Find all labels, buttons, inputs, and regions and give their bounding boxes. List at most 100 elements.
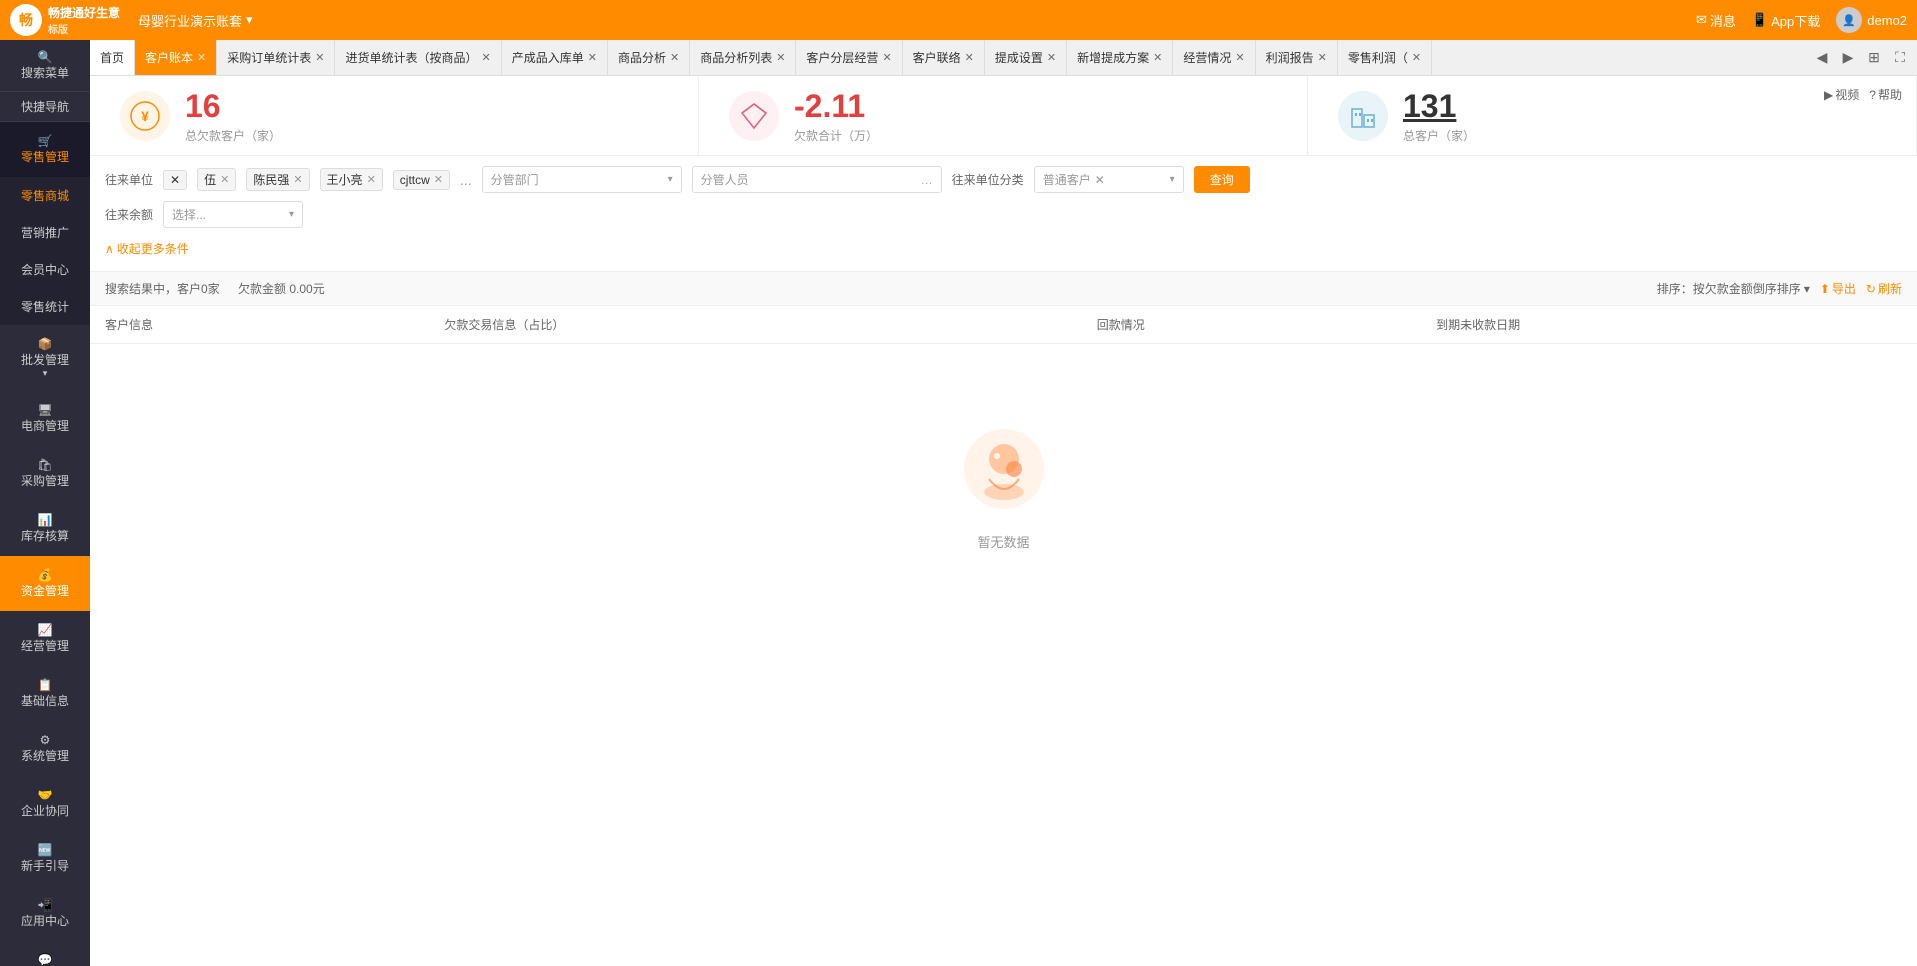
- top-bar-left: 畅 畅捷通好生意 标版 母婴行业演示账套 ▾: [10, 4, 253, 36]
- tab-close-retail-profit[interactable]: ✕: [1412, 51, 1421, 64]
- sidebar-item-ops[interactable]: 📈 经营管理: [0, 611, 90, 666]
- tab-customer-account[interactable]: 客户账本 ✕: [135, 40, 217, 75]
- filter-more-units[interactable]: ...: [460, 172, 472, 188]
- person-dropdown[interactable]: 分管人员 …: [692, 166, 942, 193]
- col-customer-info: 客户信息: [90, 306, 429, 344]
- refresh-btn[interactable]: ↻ 刷新: [1866, 280, 1902, 297]
- remove-unit-wu[interactable]: ✕: [220, 173, 229, 186]
- sidebar-item-retail-mall[interactable]: 零售商城: [0, 177, 90, 214]
- stat-value-credit-customers: 16: [185, 88, 281, 125]
- tab-profit-report[interactable]: 利润报告 ✕: [1256, 40, 1338, 75]
- filter-area: 往来单位 ✕ 伍 ✕ 陈民强 ✕ 王小亮: [90, 156, 1917, 272]
- filter-tag-unit-cjttcw: cjttcw ✕: [393, 170, 450, 190]
- tab-business-situation[interactable]: 经营情况 ✕: [1173, 40, 1255, 75]
- video-btn[interactable]: ▶ 视频: [1824, 86, 1859, 103]
- sidebar-item-enterprise-coop[interactable]: 🤝 企业协同: [0, 776, 90, 831]
- tab-close-stock-stat[interactable]: ✕: [482, 51, 491, 64]
- stat-total-credit-customers: ¥ 16 总欠款客户（家）: [90, 76, 699, 155]
- sidebar-item-app-center[interactable]: 📲 应用中心: [0, 886, 90, 941]
- dept-dropdown[interactable]: 分管部门 ▾: [482, 166, 682, 193]
- user-menu[interactable]: 👤 demo2: [1836, 7, 1907, 33]
- export-btn[interactable]: ⬆ 导出: [1820, 280, 1856, 297]
- tab-tip-setting[interactable]: 提成设置 ✕: [985, 40, 1067, 75]
- tab-customer-tier[interactable]: 客户分层经营 ✕: [796, 40, 902, 75]
- tab-close-add-tip-plan[interactable]: ✕: [1153, 51, 1162, 64]
- account-selector[interactable]: 母婴行业演示账套 ▾: [138, 11, 253, 30]
- sidebar-search[interactable]: 🔍 搜索菜单: [0, 40, 90, 92]
- tab-close-profit-report[interactable]: ✕: [1318, 51, 1327, 64]
- sidebar-item-new-guide[interactable]: 🆕 新手引导: [0, 831, 90, 886]
- tab-close-tip-setting[interactable]: ✕: [1047, 51, 1056, 64]
- sidebar-item-retail-mgmt[interactable]: 🛒 零售管理: [0, 122, 90, 177]
- sidebar-item-sys-mgmt[interactable]: ⚙ 系统管理: [0, 721, 90, 776]
- stats-row: ¥ 16 总欠款客户（家）: [90, 76, 1917, 156]
- tab-home[interactable]: 首页: [90, 40, 135, 75]
- tab-purchase-order[interactable]: 采购订单统计表 ✕: [217, 40, 335, 75]
- tab-retail-profit[interactable]: 零售利润（ ✕: [1338, 40, 1432, 75]
- tab-product-analysis-list[interactable]: 商品分析列表 ✕: [690, 40, 796, 75]
- sidebar-item-marketing[interactable]: 营销推广: [0, 214, 90, 251]
- tab-close-product-analysis[interactable]: ✕: [670, 51, 679, 64]
- content-area: 首页 客户账本 ✕ 采购订单统计表 ✕ 进货单统计表（按商品） ✕ 产成品入库单…: [90, 40, 1917, 966]
- results-bar-right: 排序：按欠款金额倒序排序 ▾ ⬆ 导出 ↻ 刷新: [1657, 280, 1902, 297]
- tab-fullscreen-btn[interactable]: ⛶: [1889, 47, 1911, 69]
- sort-dropdown[interactable]: 排序：按欠款金额倒序排序 ▾: [1657, 280, 1810, 297]
- tab-close-product-analysis-list[interactable]: ✕: [776, 51, 785, 64]
- sidebar-item-member-center[interactable]: 会员中心: [0, 251, 90, 288]
- collapse-btn[interactable]: ∧ 收起更多条件: [105, 240, 1902, 257]
- tab-customer-contact[interactable]: 客户联络 ✕: [903, 40, 985, 75]
- sidebar-item-purchase[interactable]: 🛍 采购管理: [0, 446, 90, 501]
- tab-stock-stat[interactable]: 进货单统计表（按商品） ✕: [335, 40, 501, 75]
- results-info: 搜索结果中，客户0家 欠款金额 0.00元: [105, 280, 325, 297]
- tab-expand-btn[interactable]: ⊞: [1863, 47, 1885, 69]
- tab-close-customer-contact[interactable]: ✕: [965, 51, 974, 64]
- tab-prev-btn[interactable]: ◀: [1811, 47, 1833, 69]
- remove-unit-chen[interactable]: ✕: [293, 173, 302, 186]
- message-btn[interactable]: ✉ 消息: [1696, 11, 1736, 30]
- remove-unit-cjttcw[interactable]: ✕: [434, 173, 443, 186]
- sidebar-item-inventory[interactable]: 📊 库存核算: [0, 501, 90, 556]
- collapse-area: ∧ 收起更多条件: [105, 236, 1902, 261]
- tab-cost-stock[interactable]: 产成品入库单 ✕: [502, 40, 608, 75]
- query-button[interactable]: 查询: [1194, 166, 1250, 193]
- sidebar-item-enterprise-wechat[interactable]: 💬 企业微信: [0, 941, 90, 966]
- filter-tag-unit-wang: 王小亮 ✕: [320, 168, 383, 191]
- filter-tag-unit-chen: 陈民强 ✕: [246, 168, 309, 191]
- data-table: 客户信息 欠款交易信息（占比） 回款情况 到期未收款日期: [90, 306, 1917, 344]
- sidebar-item-capital[interactable]: 💰 资金管理: [0, 556, 90, 611]
- stat-label-total-customers: 总客户（家）: [1403, 127, 1475, 144]
- unit-label: 往来单位: [105, 171, 153, 188]
- tab-close-business-situation[interactable]: ✕: [1235, 51, 1244, 64]
- remove-unit-type-normal[interactable]: ✕: [1095, 173, 1105, 187]
- balance-label: 往来余额: [105, 206, 153, 223]
- remove-unit-wang[interactable]: ✕: [367, 173, 376, 186]
- tab-add-tip-plan[interactable]: 新增提成方案 ✕: [1067, 40, 1173, 75]
- tab-next-btn[interactable]: ▶: [1837, 47, 1859, 69]
- top-bar-right: ✉ 消息 📱 App下载 👤 demo2: [1696, 7, 1907, 33]
- app-download-btn[interactable]: 📱 App下载: [1752, 11, 1820, 30]
- empty-state: 暂无数据: [90, 344, 1917, 631]
- svg-text:¥: ¥: [141, 108, 149, 124]
- balance-dropdown[interactable]: 选择... ▾: [163, 201, 303, 228]
- stat-value-credit-amount: -2.11: [794, 88, 878, 125]
- tab-close-cost-stock[interactable]: ✕: [588, 51, 597, 64]
- top-bar: 畅 畅捷通好生意 标版 母婴行业演示账套 ▾ ✉ 消息 📱 App下载 👤: [0, 0, 1917, 40]
- sidebar-item-wholesale-mgmt[interactable]: 📦 批发管理 ▾: [0, 325, 90, 391]
- tab-close-customer-account[interactable]: ✕: [197, 51, 206, 64]
- stat-icon-diamond: [729, 91, 779, 141]
- sidebar-item-ecommerce[interactable]: 🖥 电商管理: [0, 391, 90, 446]
- filter-tag-unit-wu: 伍 ✕: [197, 168, 236, 191]
- sidebar-quick-nav[interactable]: 快捷导航: [0, 92, 90, 122]
- tab-close-purchase-order[interactable]: ✕: [315, 51, 324, 64]
- unit-type-dropdown[interactable]: 普通客户 ✕ ▾: [1034, 166, 1184, 193]
- help-btn[interactable]: ? 帮助: [1869, 86, 1902, 103]
- tab-close-customer-tier[interactable]: ✕: [882, 51, 891, 64]
- tab-bar-controls: ◀ ▶ ⊞ ⛶: [1805, 40, 1917, 75]
- main-layout: 🔍 搜索菜单 快捷导航 🛒 零售管理 零售商城 营销推广 会员中心 零售统计: [0, 40, 1917, 966]
- tab-bar: 首页 客户账本 ✕ 采购订单统计表 ✕ 进货单统计表（按商品） ✕ 产成品入库单…: [90, 40, 1917, 76]
- sidebar-item-retail-stats[interactable]: 零售统计: [0, 288, 90, 325]
- sidebar-item-base-info[interactable]: 📋 基础信息: [0, 666, 90, 721]
- logo-area: 畅 畅捷通好生意 标版: [10, 4, 120, 36]
- stat-label-credit-customers: 总欠款客户（家）: [185, 127, 281, 144]
- tab-product-analysis[interactable]: 商品分析 ✕: [608, 40, 690, 75]
